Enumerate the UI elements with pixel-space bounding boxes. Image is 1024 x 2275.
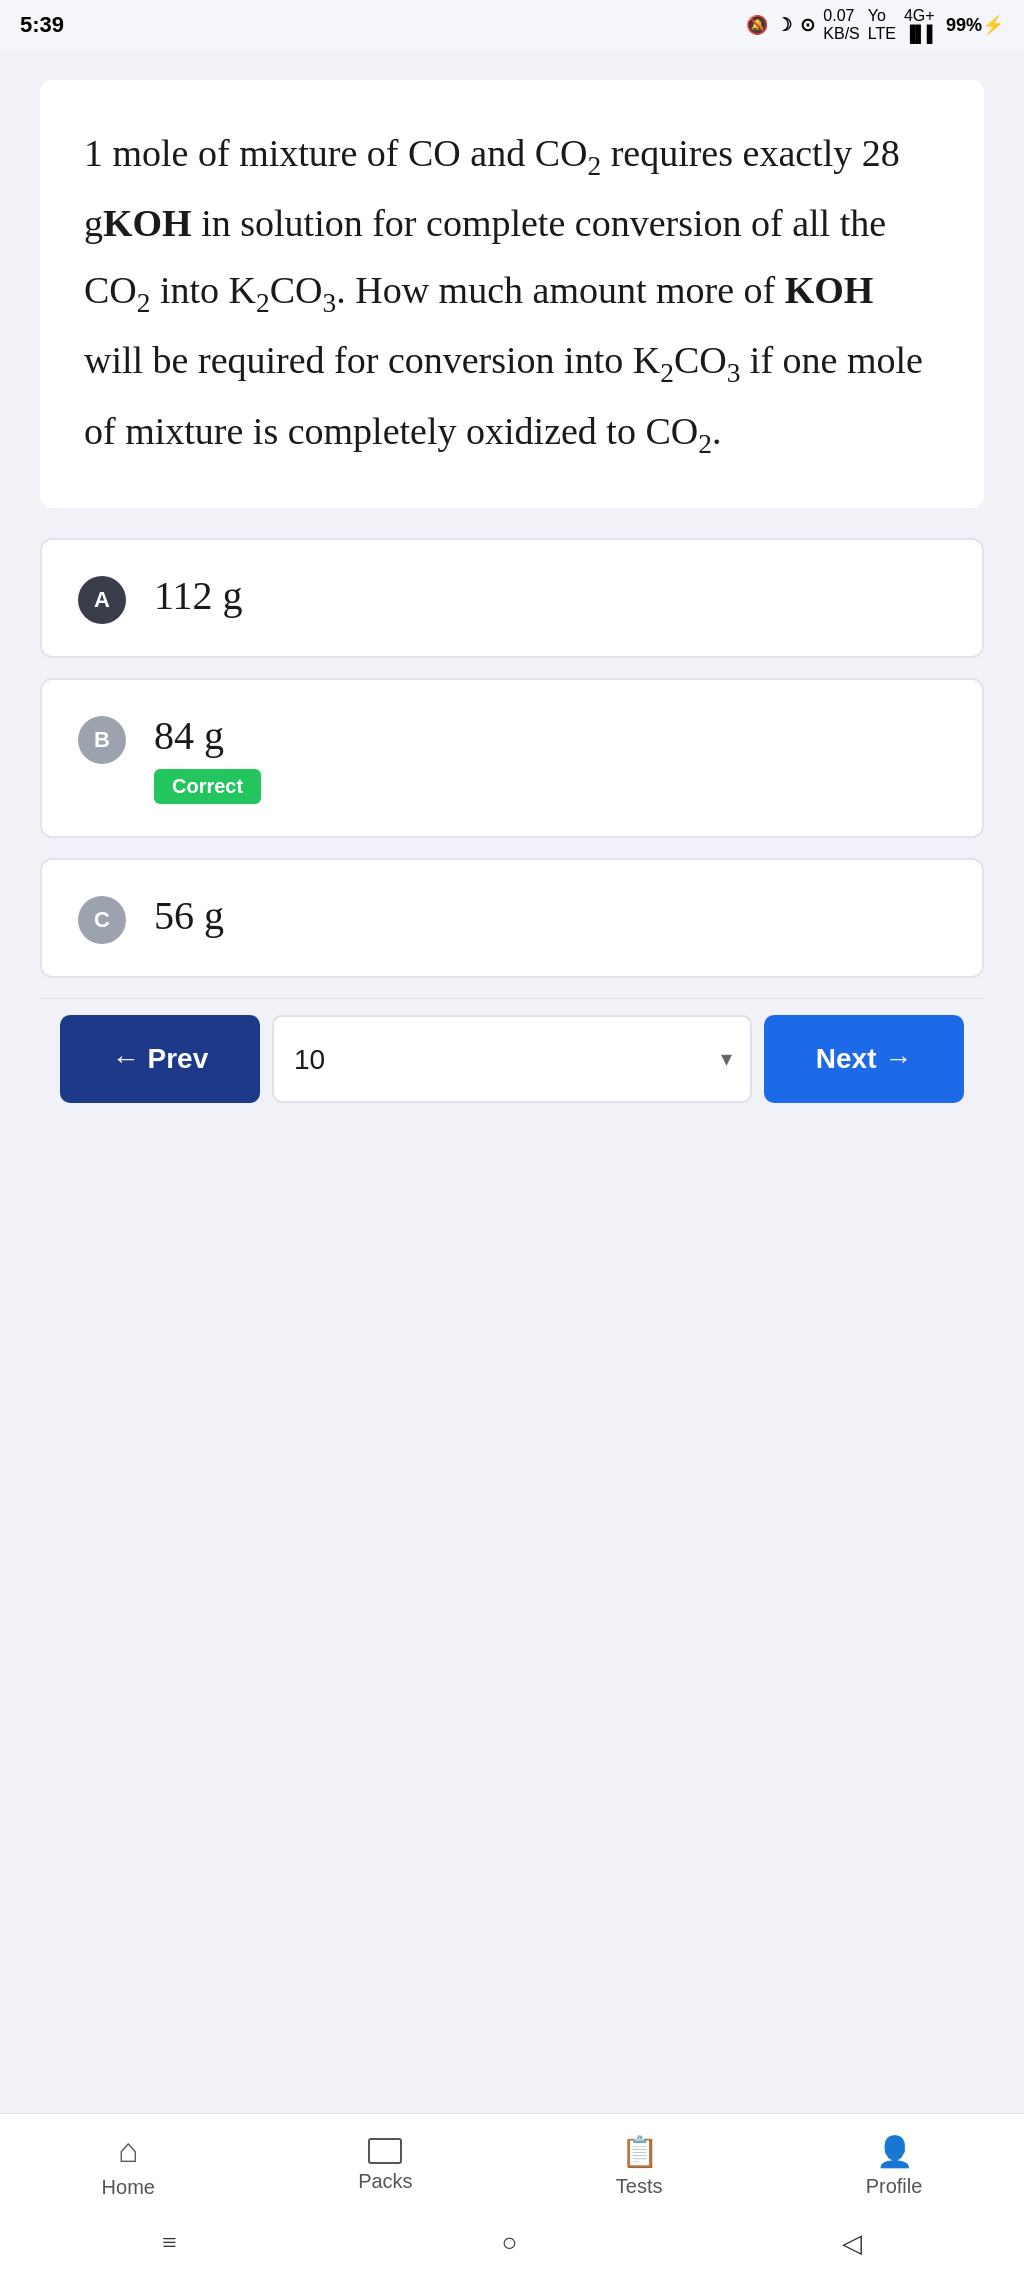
status-time: 5:39 bbox=[20, 12, 64, 38]
tab-tests-label: Tests bbox=[616, 2175, 663, 2198]
signal-4g: 4G+▐▌▌ bbox=[904, 7, 938, 43]
options-container: A 112 g B 84 g Correct C 56 g bbox=[40, 538, 984, 978]
navigation-bar: ← Prev 1 2 3 4 5 6 7 8 9 10 11 12 ▾ Next… bbox=[40, 998, 984, 1119]
home-icon: ⌂ bbox=[118, 2132, 138, 2170]
option-b-content: 84 g Correct bbox=[154, 712, 261, 804]
tab-profile[interactable]: 👤 Profile bbox=[866, 2134, 923, 2198]
page-select[interactable]: 1 2 3 4 5 6 7 8 9 10 11 12 bbox=[272, 1015, 752, 1103]
tab-tests[interactable]: 📋 Tests bbox=[616, 2134, 663, 2198]
android-nav-bar: ≡ ○ ◁ bbox=[0, 2211, 1024, 2275]
battery: 99%⚡ bbox=[946, 14, 1004, 36]
status-bar: 5:39 🔕 ☽ ⊙ 0.07KB/S YoLTE 4G+▐▌▌ 99%⚡ bbox=[0, 0, 1024, 50]
option-c-card[interactable]: C 56 g bbox=[40, 858, 984, 978]
option-b-badge: B bbox=[78, 716, 126, 764]
tab-packs[interactable]: Packs bbox=[358, 2138, 412, 2193]
profile-icon: 👤 bbox=[876, 2134, 913, 2169]
option-b-value: 84 g bbox=[154, 712, 261, 759]
main-content: 1 mole of mixture of CO and CO2 requires… bbox=[0, 50, 1024, 2113]
alarm-icon: ⊙ bbox=[800, 14, 815, 36]
tests-icon: 📋 bbox=[621, 2134, 658, 2169]
question-text: 1 mole of mixture of CO and CO2 requires… bbox=[84, 120, 940, 468]
option-c-value: 56 g bbox=[154, 892, 224, 939]
option-c-content: 56 g bbox=[154, 892, 224, 939]
tab-packs-label: Packs bbox=[358, 2170, 412, 2193]
network-type: YoLTE bbox=[868, 7, 896, 43]
moon-icon: ☽ bbox=[776, 14, 792, 36]
next-button[interactable]: Next → bbox=[764, 1015, 964, 1103]
tab-bar: ⌂ Home Packs 📋 Tests 👤 Profile bbox=[0, 2113, 1024, 2211]
android-back-icon[interactable]: ◁ bbox=[842, 2228, 862, 2259]
option-a-content: 112 g bbox=[154, 572, 243, 619]
android-home-icon[interactable]: ○ bbox=[501, 2228, 517, 2258]
option-c-badge: C bbox=[78, 896, 126, 944]
prev-button[interactable]: ← Prev bbox=[60, 1015, 260, 1103]
option-a-value: 112 g bbox=[154, 572, 243, 619]
packs-icon bbox=[368, 2138, 402, 2164]
correct-badge: Correct bbox=[154, 769, 261, 804]
option-a-card[interactable]: A 112 g bbox=[40, 538, 984, 658]
option-a-badge: A bbox=[78, 576, 126, 624]
question-card: 1 mole of mixture of CO and CO2 requires… bbox=[40, 80, 984, 508]
tab-home[interactable]: ⌂ Home bbox=[102, 2132, 155, 2199]
notification-icon: 🔕 bbox=[746, 14, 768, 36]
option-b-card[interactable]: B 84 g Correct bbox=[40, 678, 984, 838]
status-icons: 🔕 ☽ ⊙ 0.07KB/S YoLTE 4G+▐▌▌ 99%⚡ bbox=[746, 7, 1004, 43]
tab-profile-label: Profile bbox=[866, 2175, 923, 2198]
data-speed: 0.07KB/S bbox=[823, 7, 859, 43]
android-menu-icon[interactable]: ≡ bbox=[162, 2228, 177, 2258]
page-select-wrapper: 1 2 3 4 5 6 7 8 9 10 11 12 ▾ bbox=[272, 1015, 752, 1103]
tab-home-label: Home bbox=[102, 2176, 155, 2199]
